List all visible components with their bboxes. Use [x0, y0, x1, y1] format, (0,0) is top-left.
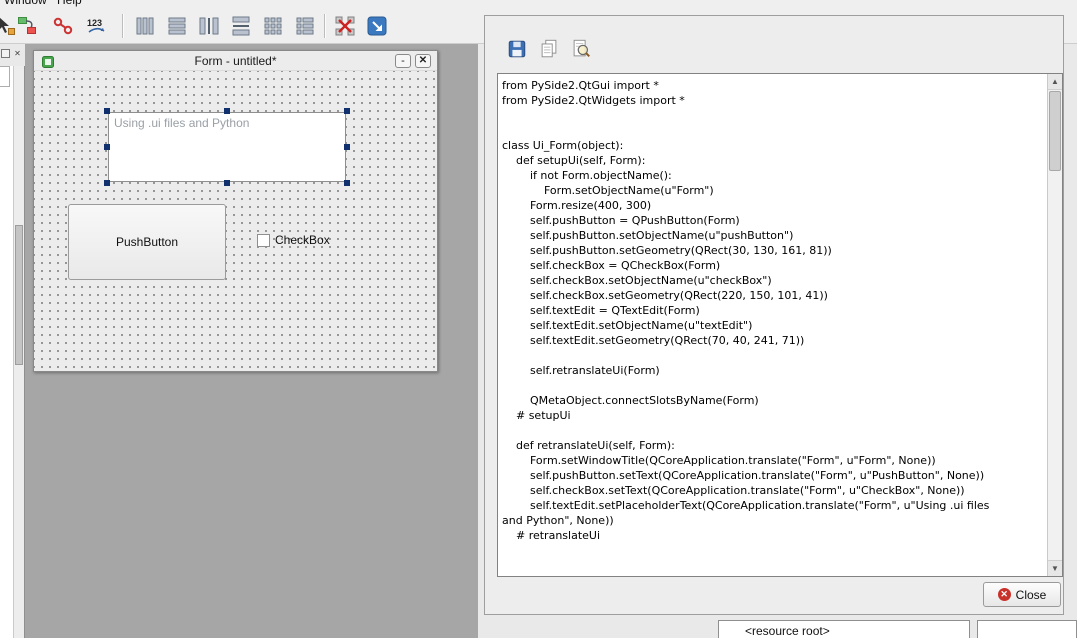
widget-box-scrollbar[interactable]	[13, 66, 25, 638]
pushbutton-widget[interactable]: PushButton	[68, 204, 226, 280]
form-editor-window: Form - untitled* - ✕ Using .ui files and…	[33, 50, 438, 372]
selection-handle[interactable]	[344, 144, 350, 150]
checkbox-label: CheckBox	[275, 233, 330, 247]
minimize-button[interactable]: -	[395, 54, 411, 68]
find-icon[interactable]	[569, 37, 592, 60]
break-layout-icon[interactable]	[332, 13, 358, 39]
menu-help[interactable]: Help	[57, 0, 82, 7]
pushbutton-label: PushButton	[116, 235, 178, 249]
widget-filter-input[interactable]	[0, 66, 10, 87]
textedit-widget[interactable]: Using .ui files and Python	[108, 112, 346, 182]
toolbar-separator	[324, 14, 326, 38]
menu-bar: Window Help	[0, 0, 1077, 9]
code-view-box: from PySide2.QtGui import * from PySide2…	[497, 73, 1063, 577]
resource-root-item[interactable]: <resource root>	[718, 620, 970, 638]
scrollbar-thumb[interactable]	[1049, 91, 1061, 171]
copy-icon[interactable]	[537, 37, 560, 60]
selection-handle[interactable]	[344, 180, 350, 186]
scroll-down-icon[interactable]: ▼	[1048, 560, 1062, 576]
selection-handle[interactable]	[224, 108, 230, 114]
menu-window[interactable]: Window	[4, 0, 47, 7]
widget-box-list[interactable]	[0, 66, 13, 638]
toolbar-separator	[122, 14, 124, 38]
svg-text:123: 123	[87, 18, 102, 28]
resource-root-label: <resource root>	[745, 624, 830, 638]
selection-handle[interactable]	[104, 180, 110, 186]
resource-panel-fragment	[977, 620, 1077, 638]
widget-box-dock-titlebar: ✕	[0, 44, 25, 66]
layout-split-horizontal-icon[interactable]	[196, 13, 222, 39]
selection-handle[interactable]	[224, 180, 230, 186]
edit-signals-slots-icon[interactable]	[14, 13, 40, 39]
close-window-button[interactable]: ✕	[415, 54, 431, 68]
save-icon[interactable]	[505, 37, 528, 60]
close-button[interactable]: ✕ Close	[983, 582, 1061, 607]
adjust-size-icon[interactable]	[364, 13, 390, 39]
layout-vertical-icon[interactable]	[164, 13, 190, 39]
form-window-title: Form - untitled*	[34, 54, 437, 68]
selection-handle[interactable]	[104, 108, 110, 114]
dock-close-icon[interactable]: ✕	[13, 49, 22, 58]
layout-grid-icon[interactable]	[260, 13, 286, 39]
code-view[interactable]: from PySide2.QtGui import * from PySide2…	[498, 74, 1047, 576]
checkbox-box[interactable]	[257, 234, 270, 247]
form-window-titlebar[interactable]: Form - untitled* - ✕	[34, 51, 437, 71]
code-preview-dialog: from PySide2.QtGui import * from PySide2…	[484, 15, 1064, 615]
close-circle-icon: ✕	[998, 588, 1011, 601]
selection-handle[interactable]	[104, 144, 110, 150]
scrollbar-thumb[interactable]	[15, 225, 23, 365]
code-scrollbar[interactable]: ▲ ▼	[1047, 74, 1062, 576]
qt-designer-app: Window Help 123	[0, 0, 1077, 638]
edit-tab-order-icon[interactable]: 123	[84, 13, 110, 39]
textedit-placeholder: Using .ui files and Python	[114, 116, 340, 130]
form-canvas[interactable]: Using .ui files and Python PushButton Ch…	[34, 71, 437, 371]
scroll-up-icon[interactable]: ▲	[1048, 74, 1062, 90]
layout-split-vertical-icon[interactable]	[228, 13, 254, 39]
checkbox-widget[interactable]: CheckBox	[257, 233, 330, 247]
close-button-label: Close	[1016, 588, 1047, 602]
layout-horizontal-icon[interactable]	[132, 13, 158, 39]
selection-handle[interactable]	[344, 108, 350, 114]
layout-form-icon[interactable]	[292, 13, 318, 39]
dock-float-icon[interactable]	[1, 49, 10, 58]
edit-buddies-icon[interactable]	[50, 13, 76, 39]
